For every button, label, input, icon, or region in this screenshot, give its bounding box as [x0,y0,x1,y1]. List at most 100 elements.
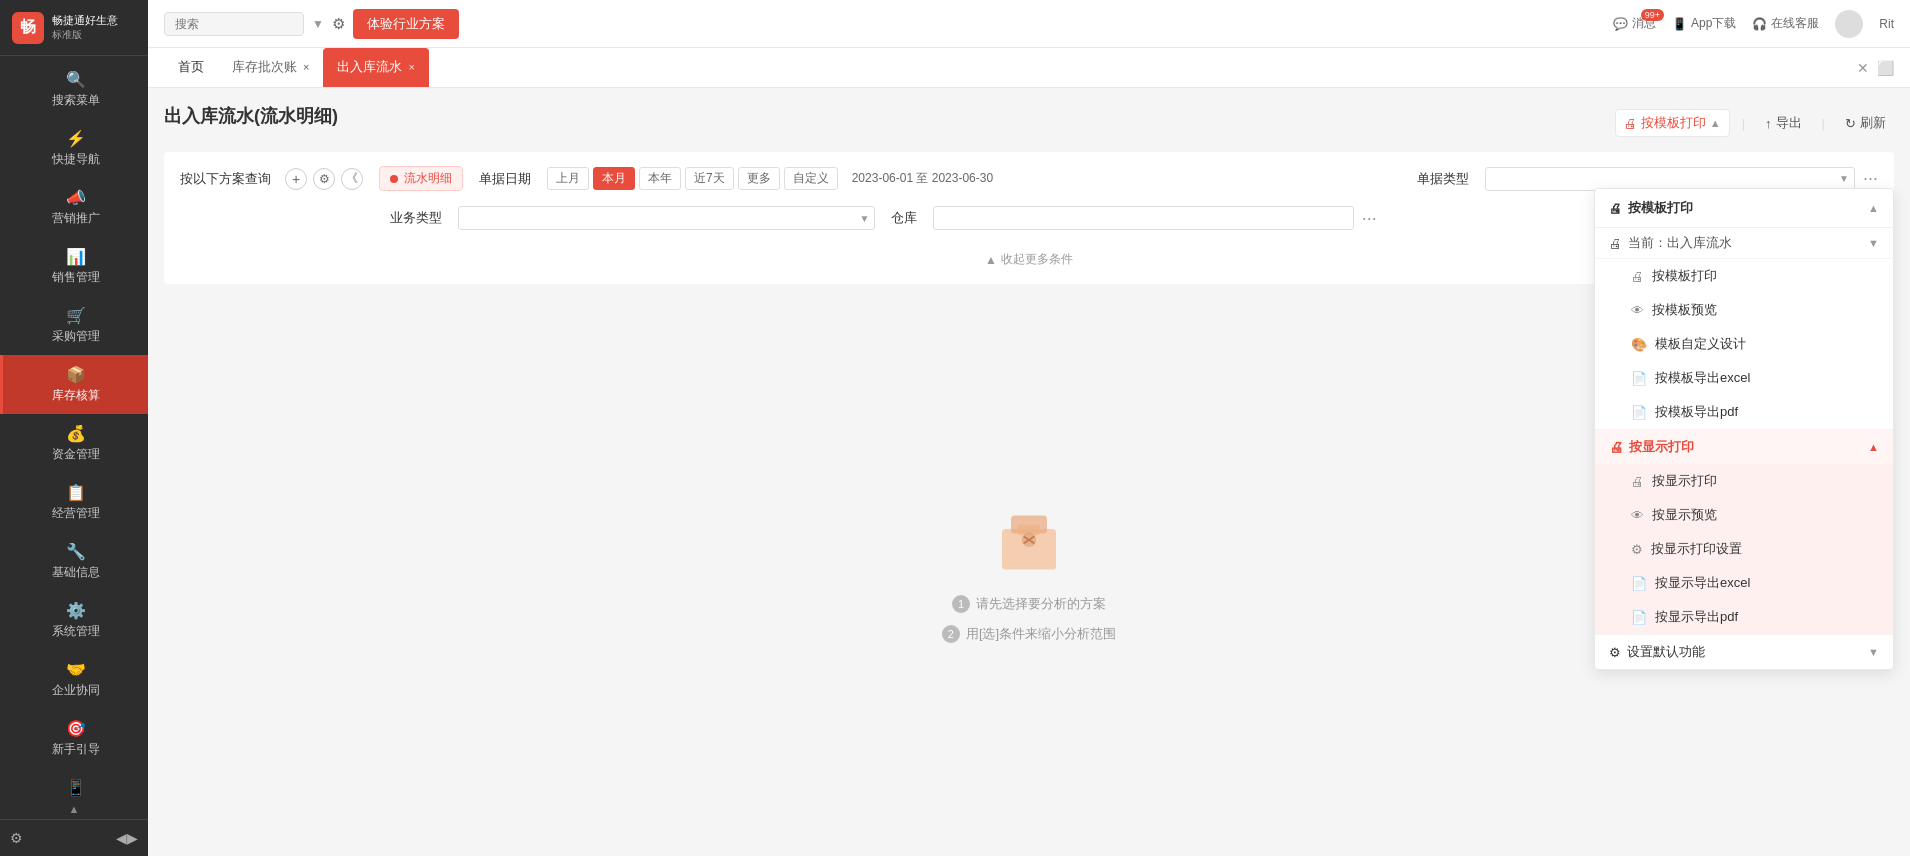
template-export-excel-icon: 📄 [1631,371,1647,386]
tab-inout-flow[interactable]: 出入库流水 × [323,48,428,87]
sidebar-item-sales[interactable]: 📊 销售管理 [0,237,148,296]
tab-expand-icon[interactable]: ⬜ [1877,60,1894,76]
display-export-excel-icon: 📄 [1631,576,1647,591]
footer-arrow-icon: ▼ [1868,646,1879,658]
headset-icon: 🎧 [1752,17,1767,31]
quick-nav-icon: ⚡ [66,129,86,148]
online-service-link[interactable]: 🎧 在线客服 [1752,15,1819,32]
date-shortcut-recent7[interactable]: 近7天 [685,167,734,190]
marketing-icon: 📣 [66,188,86,207]
sales-label: 销售管理 [52,269,100,286]
export-button[interactable]: ↑ 导出 [1757,110,1810,136]
dropdown-item-display-export-excel[interactable]: 📄 按显示导出excel [1595,566,1893,600]
display-section-header[interactable]: 🖨 按显示打印 ▲ [1595,430,1893,464]
filter-add-button[interactable]: + [285,168,307,190]
logo-icon: 畅 [12,12,44,44]
sidebar-item-appstore[interactable]: 📱 应用中心 [0,768,148,799]
filter-active-tag[interactable]: 流水明细 [379,166,463,191]
username-label: Rit [1879,17,1894,31]
tabs-right: ✕ ⬜ [1857,60,1894,76]
topbar-search-input[interactable] [164,12,304,36]
sidebar-item-basic[interactable]: 🔧 基础信息 [0,532,148,591]
display-section-collapse-icon[interactable]: ▲ [1868,441,1879,453]
dropdown-item-template-print[interactable]: 🖨 按模板打印 [1595,259,1893,293]
warehouse-input[interactable] [933,206,1353,230]
filter-collapse-button[interactable]: 《 [341,168,363,190]
doc-type-more-icon[interactable]: ··· [1863,168,1878,189]
sales-icon: 📊 [66,247,86,266]
page-title: 出入库流水(流水明细) [164,104,338,128]
dropdown-collapse-icon[interactable]: ▲ [1868,202,1879,214]
date-shortcut-prev-month[interactable]: 上月 [547,167,589,190]
display-export-pdf-label: 按显示导出pdf [1655,608,1738,626]
empty-tip1: 1 请先选择要分析的方案 [952,595,1106,613]
topbar-chevron-icon[interactable]: ▼ [312,17,324,31]
refresh-button[interactable]: ↻ 刷新 [1837,110,1894,136]
sidebar-item-quick-nav[interactable]: ⚡ 快捷导航 [0,119,148,178]
dropdown-item-display-preview[interactable]: 👁 按显示预览 [1595,498,1893,532]
app-download-icon: 📱 [1672,17,1687,31]
sidebar-item-search[interactable]: 🔍 搜索菜单 [0,60,148,119]
settings-footer-icon2: ⚙ [1609,645,1621,660]
topbar-gear-icon[interactable]: ⚙ [332,15,345,33]
dropdown-item-template-export-pdf[interactable]: 📄 按模板导出pdf [1595,395,1893,429]
collapse-footer-icon[interactable]: ◀▶ [116,830,138,846]
sidebar-item-system[interactable]: ⚙️ 系统管理 [0,591,148,650]
filter-setting-button[interactable]: ⚙ [313,168,335,190]
dropdown-footer[interactable]: ⚙ 设置默认功能 ▼ [1595,635,1893,669]
business-type-select[interactable] [458,206,875,230]
tab-inventory-batch-close-icon[interactable]: × [303,61,309,73]
date-shortcut-this-month[interactable]: 本月 [593,167,635,190]
operations-icon: 📋 [66,483,86,502]
print-template-button[interactable]: 🖨 按模板打印 ▲ [1615,109,1730,137]
current-item-icon: 🖨 [1609,236,1622,251]
online-service-label: 在线客服 [1771,15,1819,32]
user-avatar[interactable] [1835,10,1863,38]
date-shortcut-custom[interactable]: 自定义 [784,167,838,190]
dropdown-item-template-custom[interactable]: 🎨 模板自定义设计 [1595,327,1893,361]
tab-inventory-batch-label: 库存批次账 [232,58,297,76]
dropdown-item-template-export-excel[interactable]: 📄 按模板导出excel [1595,361,1893,395]
sidebar-item-operations[interactable]: 📋 经营管理 [0,473,148,532]
tab-inout-flow-close-icon[interactable]: × [408,61,414,73]
date-shortcut-more[interactable]: 更多 [738,167,780,190]
dropdown-item-display-settings[interactable]: ⚙ 按显示打印设置 [1595,532,1893,566]
dropdown-item-template-preview[interactable]: 👁 按模板预览 [1595,293,1893,327]
sidebar-item-finance[interactable]: 💰 资金管理 [0,414,148,473]
refresh-label: 刷新 [1860,114,1886,132]
tab-close-all-icon[interactable]: ✕ [1857,60,1869,76]
dropdown-item-display-print[interactable]: 🖨 按显示打印 [1595,464,1893,498]
date-shortcuts: 上月本月本年近7天更多自定义 [547,167,838,190]
doc-type-label: 单据类型 [1417,170,1469,188]
app-download-link[interactable]: 📱 App下载 [1672,15,1736,32]
sidebar-item-marketing[interactable]: 📣 营销推广 [0,178,148,237]
trial-button[interactable]: 体验行业方案 [353,9,459,39]
sidebar-item-guide[interactable]: 🎯 新手引导 [0,709,148,768]
date-shortcut-this-year[interactable]: 本年 [639,167,681,190]
message-badge: 99+ [1641,9,1664,21]
doc-type-select[interactable] [1485,167,1855,191]
warehouse-more-icon[interactable]: ··· [1362,208,1377,229]
footer-label: 设置默认功能 [1627,643,1705,661]
app-download-label: App下载 [1691,15,1736,32]
sidebar-item-inventory[interactable]: 📦 库存核算 [0,355,148,414]
tabs-bar: 首页 库存批次账 × 出入库流水 × ✕ ⬜ [148,48,1910,88]
sidebar-item-purchase[interactable]: 🛒 采购管理 [0,296,148,355]
current-item-arrow: ▼ [1868,237,1879,249]
sidebar-item-enterprise[interactable]: 🤝 企业协同 [0,650,148,709]
template-preview-label: 按模板预览 [1652,301,1717,319]
enterprise-label: 企业协同 [52,682,100,699]
tab-home[interactable]: 首页 [164,48,218,87]
tab-inventory-batch[interactable]: 库存批次账 × [218,48,323,87]
dropdown-item-display-export-pdf[interactable]: 📄 按显示导出pdf [1595,600,1893,634]
purchase-label: 采购管理 [52,328,100,345]
topbar-message[interactable]: 💬 消息 99+ [1613,15,1656,32]
filter-tag-label: 流水明细 [404,170,452,187]
app-logo: 畅 畅捷通好生意 标准版 [0,0,148,56]
current-item-label: 当前：出入库流水 [1628,234,1732,252]
settings-footer-icon[interactable]: ⚙ [10,830,23,846]
date-range-value: 2023-06-01 至 2023-06-30 [852,170,993,187]
empty-tip2: 2 用[选]条件来缩小分析范围 [942,625,1116,643]
print-template-arrow-icon[interactable]: ▲ [1710,117,1721,129]
display-settings-label: 按显示打印设置 [1651,540,1742,558]
